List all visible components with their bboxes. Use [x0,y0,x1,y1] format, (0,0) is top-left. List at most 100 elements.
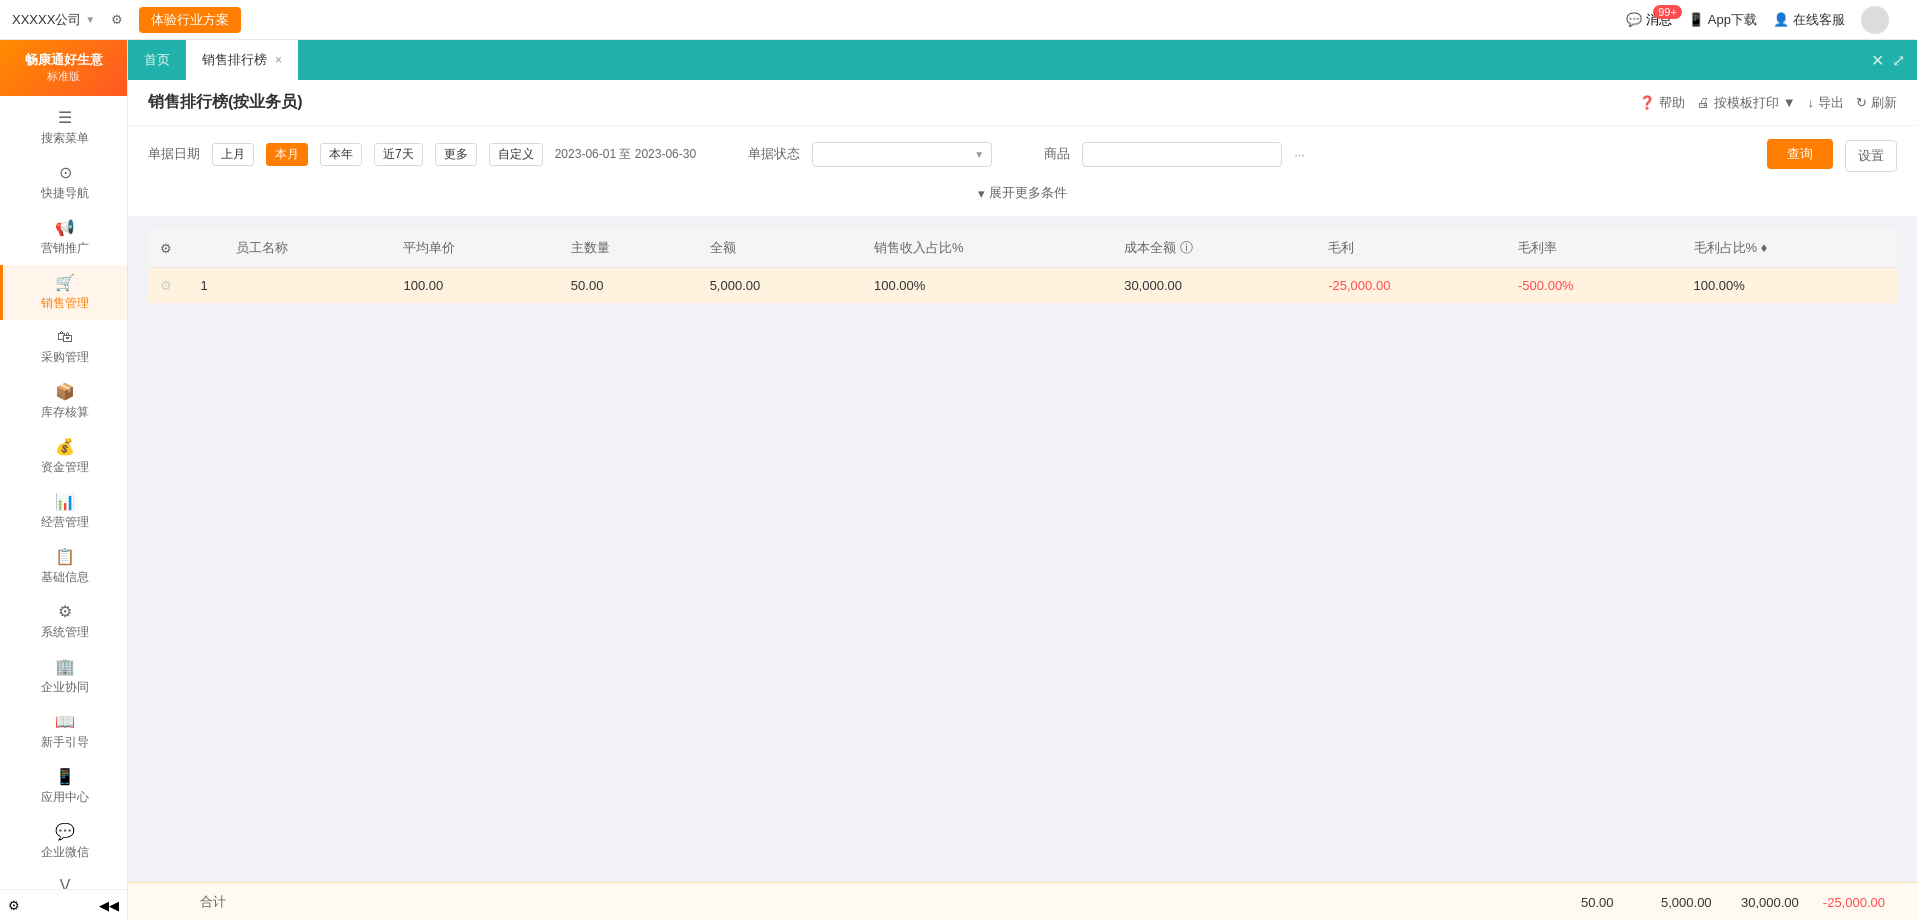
tab-home[interactable]: 首页 [128,40,186,80]
last-month-btn[interactable]: 上月 [212,143,254,166]
td-settings-0[interactable]: ⚙ [148,268,184,304]
tab-sales-ranking[interactable]: 销售排行榜 × [186,40,298,80]
sidebar-item-marketing[interactable]: 📢 营销推广 [0,210,127,265]
sidebar: 畅康通好生意 标准版 ☰ 搜索菜单 ⊙ 快捷导航 📢 营销推广 🛒 销售管理 🛍… [0,40,128,921]
system-label: 系统管理 [41,624,89,641]
this-year-btn[interactable]: 本年 [320,143,362,166]
sidebar-item-guide[interactable]: 📖 新手引导 [0,704,127,759]
sidebar-item-appCenter[interactable]: 📱 应用中心 [0,759,127,814]
inventory-label: 库存核算 [41,404,89,421]
this-month-btn[interactable]: 本月 [266,143,308,166]
tab-close-icon[interactable]: × [275,53,282,67]
refresh-btn[interactable]: ↻ 刷新 [1856,94,1897,112]
table-footer: 合计 50.00 5,000.00 30,000.00 -25,000.00 [128,882,1917,921]
app-icon: 📱 [1688,12,1704,27]
company-name: XXXXX公司 [12,11,81,29]
sidebar-item-enterprise[interactable]: 🏢 企业协同 [0,649,127,704]
sidebar-item-shortcuts[interactable]: ⊙ 快捷导航 [0,155,127,210]
basic-label: 基础信息 [41,569,89,586]
th-rank [184,229,224,268]
tab-close-window-icon[interactable]: ✕ [1871,51,1884,70]
export-btn[interactable]: ↓ 导出 [1808,94,1845,112]
sidebar-item-search[interactable]: ☰ 搜索菜单 [0,100,127,155]
sidebar-item-purchase[interactable]: 🛍 采购管理 [0,320,127,374]
sidebar-settings-icon[interactable]: ⚙ [8,898,20,913]
app-download-label: App下载 [1708,11,1757,29]
purchase-icon: 🛍 [57,328,73,346]
enterprise-label: 企业协同 [41,679,89,696]
purchase-label: 采购管理 [41,349,89,366]
refresh-label: 刷新 [1871,94,1897,112]
sidebar-item-system[interactable]: ⚙ 系统管理 [0,594,127,649]
shortcuts-label: 快捷导航 [41,185,89,202]
sidebar-item-wechat[interactable]: 💬 企业微信 [0,814,127,869]
goods-more-icon[interactable]: ··· [1294,147,1305,162]
sidebar-item-basic[interactable]: 📋 基础信息 [0,539,127,594]
company-selector[interactable]: XXXXX公司 ▼ [12,11,95,29]
sidebar-item-finance[interactable]: 💰 资金管理 [0,429,127,484]
status-select[interactable] [812,142,992,167]
sales-icon: 🛒 [55,273,75,292]
tab-expand-icon[interactable]: ⤢ [1892,51,1905,70]
active-tab-label: 销售排行榜 [202,51,267,69]
trial-button[interactable]: 体验行业方案 [139,7,241,33]
th-gross-profit-pct: 毛利占比% ♦ [1682,229,1898,268]
th-cost-amount: 成本全额 ⓘ [1112,229,1316,268]
print-icon: 🖨 [1697,95,1710,110]
th-employee-name: 员工名称 [224,229,391,268]
last-7-days-btn[interactable]: 近7天 [374,143,423,166]
table-header-row: ⚙ 员工名称 平均单价 主数量 全额 销售收入占比% 成本全额 ⓘ 毛利 毛利率… [148,229,1897,268]
goods-input[interactable] [1082,142,1282,167]
settings-icon-btn[interactable]: ⚙ [103,6,131,34]
sidebar-item-inventory[interactable]: 📦 库存核算 [0,374,127,429]
search-label: 搜索菜单 [41,130,89,147]
expand-more-btn[interactable]: ▾ 展开更多条件 [978,184,1067,202]
footer-amount: 5,000.00 [1649,895,1729,910]
footer-cost: 30,000.00 [1729,895,1811,910]
td-cost-amount-0: 30,000.00 [1112,268,1316,304]
td-sales-pct-0: 100.00% [862,268,1112,304]
tab-right-actions: ✕ ⤢ [1871,51,1917,70]
message-area[interactable]: 💬 消息 99+ [1626,11,1672,29]
th-settings: ⚙ [148,229,184,268]
online-service-btn[interactable]: 👤 在线客服 [1773,11,1845,29]
export-label: 导出 [1818,94,1844,112]
operations-label: 经营管理 [41,514,89,531]
th-avg-price: 平均单价 [391,229,558,268]
help-icon: ❓ [1639,95,1655,110]
print-btn[interactable]: 🖨 按模板打印 ▼ [1697,94,1796,112]
sidebar-collapse-icon[interactable]: ◀◀ [99,898,119,913]
export-icon: ↓ [1808,95,1815,110]
td-rank-0: 1 [184,268,224,304]
sidebar-item-sales[interactable]: 🛒 销售管理 [0,265,127,320]
appCenter-icon: 📱 [55,767,75,786]
chevron-down-icon: ▼ [85,14,95,25]
page-content: 销售排行榜(按业务员) ❓ 帮助 🖨 按模板打印 ▼ ↓ 导出 [128,80,1917,921]
top-header: XXXXX公司 ▼ ⚙ 体验行业方案 💬 消息 99+ 📱 App下载 👤 在线… [0,0,1917,40]
help-btn[interactable]: ❓ 帮助 [1639,94,1685,112]
sidebar-item-operations[interactable]: 📊 经营管理 [0,484,127,539]
th-sales-pct: 销售收入占比% [862,229,1112,268]
print-chevron-icon: ▼ [1783,95,1796,110]
td-gross-profit-pct-0: 100.00% [1682,268,1898,304]
query-button[interactable]: 查询 [1767,139,1833,169]
wechat-icon: 💬 [55,822,75,841]
finance-label: 资金管理 [41,459,89,476]
app-download-btn[interactable]: 📱 App下载 [1688,11,1757,29]
operations-icon: 📊 [55,492,75,511]
sidebar-bottom: ⚙ ◀◀ [0,889,127,921]
top-right-area: 💬 消息 99+ 📱 App下载 👤 在线客服 [1626,6,1905,34]
marketing-label: 营销推广 [41,240,89,257]
avatar[interactable] [1861,6,1889,34]
more-date-btn[interactable]: 更多 [435,143,477,166]
logo-text: 畅康通好生意 [25,52,103,68]
expand-more-label: 展开更多条件 [989,184,1067,202]
setting-button[interactable]: 设置 [1845,140,1897,172]
custom-date-btn[interactable]: 自定义 [489,143,543,166]
filter-bar: 单据日期 上月 本月 本年 近7天 更多 自定义 2023-06-01 至 20… [128,126,1917,217]
footer-total-label: 合计 [148,893,226,911]
logo-sub: 标准版 [47,69,80,84]
goods-filter-label: 商品 [1044,145,1070,163]
sidebar-item-member[interactable]: V 畅会员 [0,869,127,889]
td-name-0 [224,268,391,304]
